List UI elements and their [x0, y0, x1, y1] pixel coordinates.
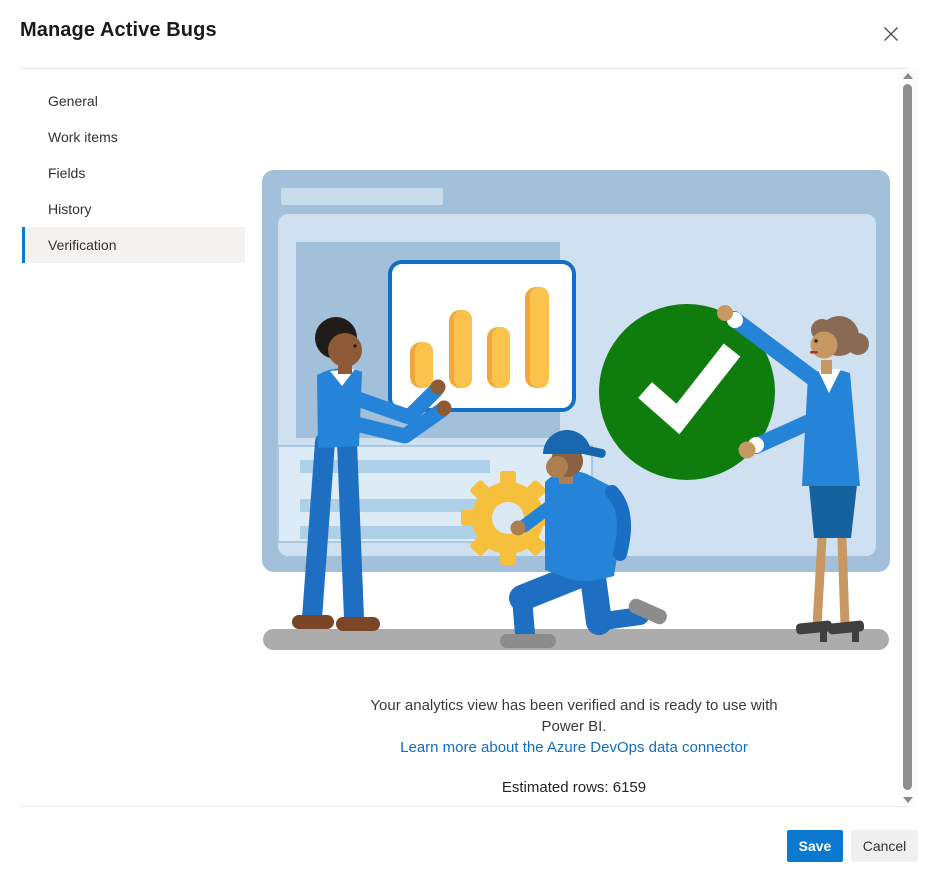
verification-message-line2: Power BI. [541, 718, 607, 735]
settings-sidebar: General Work items Fields History Verifi… [22, 83, 245, 263]
estimated-rows-text: Estimated rows: 6159 [501, 779, 647, 796]
sidebar-item-label: Fields [48, 165, 86, 181]
sidebar-item-label: Work items [48, 129, 118, 145]
close-button[interactable] [874, 17, 908, 51]
save-button[interactable]: Save [787, 830, 843, 862]
chevron-up-icon[interactable] [903, 73, 913, 79]
illustration-ground [263, 629, 889, 650]
illustration-chart-card [388, 260, 576, 412]
sidebar-item-history[interactable]: History [22, 191, 245, 227]
page-title: Manage Active Bugs [20, 19, 217, 41]
sidebar-item-label: General [48, 93, 98, 109]
chevron-down-icon[interactable] [903, 797, 913, 803]
sidebar-item-label: History [48, 201, 92, 217]
verification-message: Your analytics view has been verified an… [246, 695, 902, 758]
sidebar-item-work-items[interactable]: Work items [22, 119, 245, 155]
cancel-button[interactable]: Cancel [851, 830, 918, 862]
sidebar-item-verification[interactable]: Verification [22, 227, 245, 263]
footer-divider [20, 806, 908, 807]
sidebar-item-fields[interactable]: Fields [22, 155, 245, 191]
close-icon [884, 27, 898, 41]
sidebar-item-general[interactable]: General [22, 83, 245, 119]
verification-message-line1: Your analytics view has been verified an… [370, 697, 778, 714]
header-divider [20, 68, 908, 69]
sidebar-item-label: Verification [48, 237, 117, 253]
verification-illustration [262, 170, 890, 650]
scrollbar-thumb[interactable] [903, 84, 912, 790]
learn-more-link[interactable]: Learn more about the Azure DevOps data c… [400, 739, 748, 756]
vertical-scrollbar[interactable] [899, 70, 917, 806]
manage-active-bugs-dialog: Manage Active Bugs General Work items Fi… [0, 0, 928, 872]
